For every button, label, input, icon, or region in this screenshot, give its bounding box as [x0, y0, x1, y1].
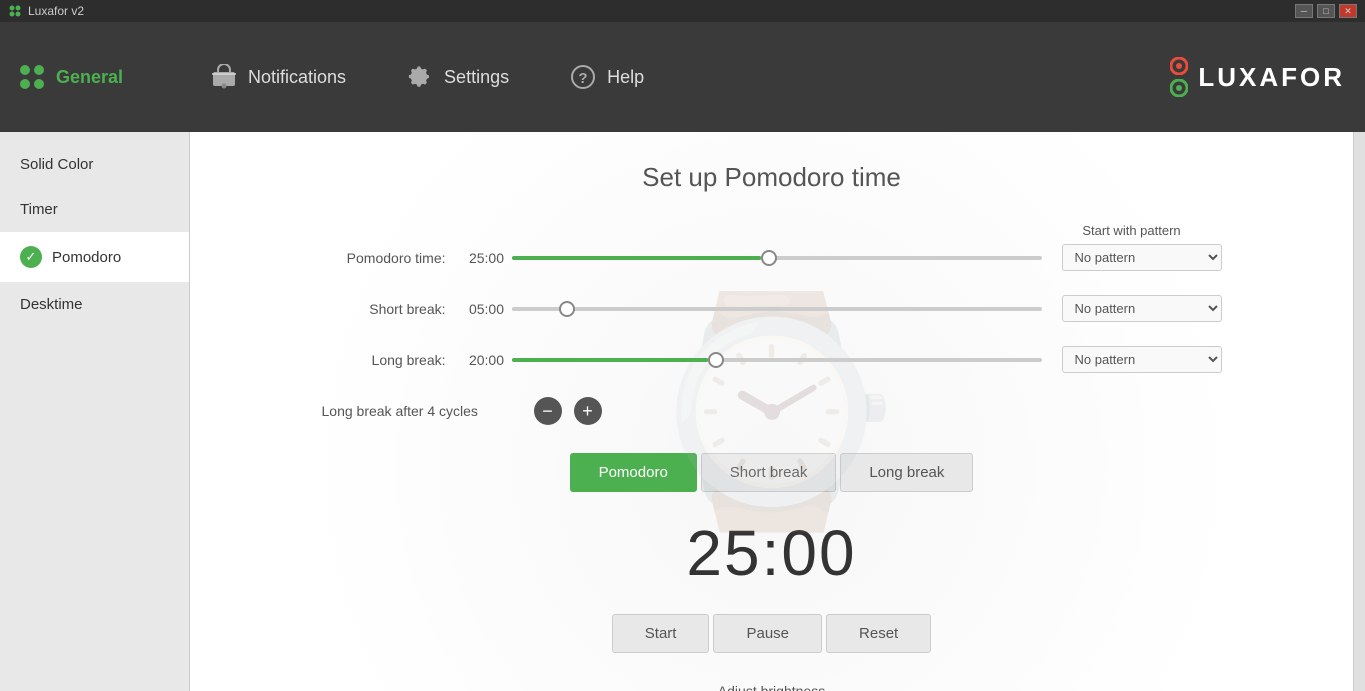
general-dots-icon: [20, 65, 44, 89]
app-icon: [8, 4, 22, 18]
brightness-section: Adjust brightness: [230, 683, 1313, 691]
long-break-slider-fill: [512, 358, 708, 362]
long-break-slider-value: 20:00: [462, 352, 512, 368]
reset-button[interactable]: Reset: [826, 614, 931, 653]
timer-display: 25:00: [230, 516, 1313, 590]
sidebar-item-pomodoro[interactable]: ✓ Pomodoro: [0, 232, 189, 282]
sidebar-item-solid-color[interactable]: Solid Color: [0, 142, 189, 187]
sidebar-item-timer[interactable]: Timer: [0, 187, 189, 232]
solid-color-label: Solid Color: [20, 156, 93, 173]
general-label: General: [56, 67, 123, 88]
long-break-pattern-dropdown[interactable]: No pattern Pattern 1 Pattern 2: [1062, 346, 1222, 373]
sliders-section: Start with pattern Pomodoro time: 25:00 …: [322, 223, 1222, 425]
pomodoro-label: Pomodoro: [52, 249, 121, 266]
main-layout: Solid Color Timer ✓ Pomodoro Desktime ⌚ …: [0, 132, 1365, 691]
dot-1: [20, 65, 30, 75]
nav-notifications[interactable]: Notifications: [210, 63, 346, 91]
help-label: Help: [607, 67, 644, 88]
desktime-label: Desktime: [20, 296, 83, 313]
cycles-label: Long break after 4 cycles: [322, 403, 522, 419]
dot-4: [34, 79, 44, 89]
short-break-slider-row: Short break: 05:00 No pattern Pattern 1 …: [322, 295, 1222, 322]
start-button[interactable]: Start: [612, 614, 710, 653]
pomodoro-slider-thumb[interactable]: [761, 250, 777, 266]
logo-text: LUXAFOR: [1198, 62, 1345, 93]
short-break-slider-value: 05:00: [462, 301, 512, 317]
notifications-label: Notifications: [248, 67, 346, 88]
sidebar-item-desktime[interactable]: Desktime: [0, 282, 189, 327]
close-button[interactable]: ✕: [1339, 4, 1357, 18]
app-title: Luxafor v2: [28, 4, 84, 18]
control-buttons: Start Pause Reset: [230, 614, 1313, 653]
short-break-slider-fill: [512, 307, 560, 311]
svg-text:?: ?: [579, 70, 588, 87]
brightness-label: Adjust brightness: [230, 683, 1313, 691]
pomodoro-pattern-dropdown[interactable]: No pattern Pattern 1 Pattern 2: [1062, 244, 1222, 271]
top-navigation: General Notifications Settings: [0, 22, 1365, 132]
pomodoro-pattern-select[interactable]: No pattern Pattern 1 Pattern 2: [1062, 244, 1222, 271]
settings-label: Settings: [444, 67, 509, 88]
notifications-icon: [210, 63, 238, 91]
long-break-slider-track: [512, 358, 1042, 362]
pomodoro-slider-track: [512, 256, 1042, 260]
cycles-row: Long break after 4 cycles − +: [322, 397, 1222, 425]
long-break-mode-button[interactable]: Long break: [840, 453, 973, 492]
nav-general[interactable]: General: [20, 65, 210, 89]
pomodoro-slider-label: Pomodoro time:: [322, 250, 462, 266]
scrollbar[interactable]: [1353, 132, 1365, 691]
dot-3: [20, 79, 30, 89]
page-title: Set up Pomodoro time: [230, 162, 1313, 193]
dot-2: [34, 65, 44, 75]
luxafor-logo: LUXAFOR: [1170, 57, 1345, 97]
mode-buttons: Pomodoro Short break Long break: [230, 453, 1313, 492]
pomodoro-slider-value: 25:00: [462, 250, 512, 266]
pomodoro-slider-container[interactable]: [512, 248, 1042, 268]
timer-label: Timer: [20, 201, 58, 218]
long-break-slider-row: Long break: 20:00 No pattern Pattern 1 P…: [322, 346, 1222, 373]
settings-icon: [406, 63, 434, 91]
titlebar-title: Luxafor v2: [8, 4, 84, 18]
pomodoro-active-icon: ✓: [20, 246, 42, 268]
pomodoro-slider-fill: [512, 256, 761, 260]
short-break-slider-container[interactable]: [512, 299, 1042, 319]
logo-circle-red: [1170, 57, 1188, 75]
content-area: ⌚ Set up Pomodoro time Start with patter…: [190, 132, 1353, 691]
nav-help[interactable]: ? Help: [569, 63, 644, 91]
logo-circle-green: [1170, 79, 1188, 97]
long-break-slider-container[interactable]: [512, 350, 1042, 370]
short-break-slider-label: Short break:: [322, 301, 462, 317]
short-break-slider-track: [512, 307, 1042, 311]
short-break-pattern-dropdown[interactable]: No pattern Pattern 1 Pattern 2: [1062, 295, 1222, 322]
short-break-pattern-select[interactable]: No pattern Pattern 1 Pattern 2: [1062, 295, 1222, 322]
pattern-header-label: Start with pattern: [1042, 223, 1222, 238]
short-break-slider-thumb[interactable]: [559, 301, 575, 317]
increment-cycles-button[interactable]: +: [574, 397, 602, 425]
long-break-pattern-select[interactable]: No pattern Pattern 1 Pattern 2: [1062, 346, 1222, 373]
titlebar: Luxafor v2 ─ □ ✕: [0, 0, 1365, 22]
titlebar-controls: ─ □ ✕: [1295, 4, 1357, 18]
restore-button[interactable]: □: [1317, 4, 1335, 18]
sidebar: Solid Color Timer ✓ Pomodoro Desktime: [0, 132, 190, 691]
long-break-slider-thumb[interactable]: [708, 352, 724, 368]
decrement-cycles-button[interactable]: −: [534, 397, 562, 425]
short-break-mode-button[interactable]: Short break: [701, 453, 837, 492]
pomodoro-mode-button[interactable]: Pomodoro: [570, 453, 697, 492]
help-icon: ?: [569, 63, 597, 91]
long-break-slider-label: Long break:: [322, 352, 462, 368]
minimize-button[interactable]: ─: [1295, 4, 1313, 18]
pause-button[interactable]: Pause: [713, 614, 822, 653]
nav-settings[interactable]: Settings: [406, 63, 509, 91]
pomodoro-slider-row: Pomodoro time: 25:00 No pattern Pattern …: [322, 244, 1222, 271]
nav-items: Notifications Settings ? Help: [210, 63, 1170, 91]
